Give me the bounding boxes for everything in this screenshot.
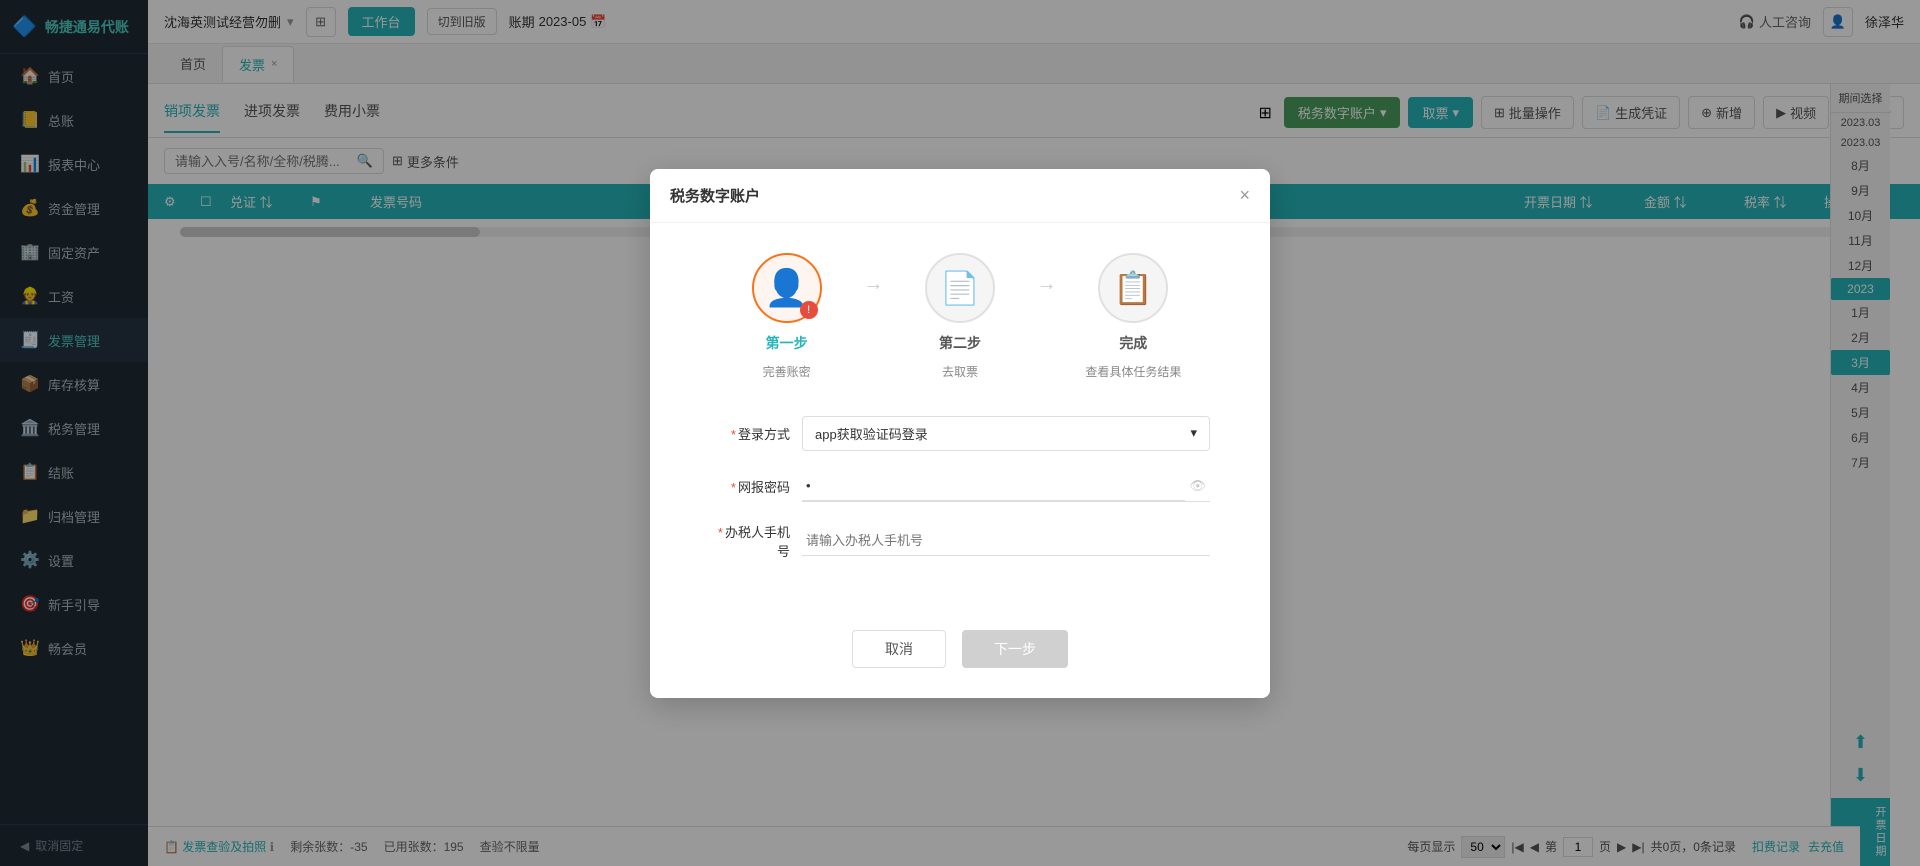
- step-arrow-1: →: [863, 253, 883, 296]
- dialog-close-button[interactable]: ×: [1239, 185, 1250, 206]
- dialog-header: 税务数字账户 ×: [650, 169, 1270, 223]
- step-3-desc: 查看具体任务结果: [1085, 363, 1181, 380]
- next-button[interactable]: 下一步: [962, 630, 1068, 668]
- password-row: 网报密码 👁: [710, 471, 1210, 502]
- phone-input[interactable]: [802, 526, 1210, 556]
- login-method-value: app获取验证码登录: [815, 424, 928, 443]
- step-1: 👤 ! 第一步 完善账密: [710, 253, 863, 380]
- step-2-document-icon: 📄: [940, 269, 980, 307]
- step-2-label: 第二步: [939, 333, 981, 353]
- login-method-select[interactable]: app获取验证码登录 ▾: [802, 416, 1210, 451]
- step-3-label: 完成: [1119, 333, 1147, 353]
- select-chevron-icon: ▾: [1190, 425, 1197, 441]
- modal-overlay: 税务数字账户 × 👤 ! 第一步 完善账密 →: [0, 0, 1920, 866]
- cancel-button[interactable]: 取消: [852, 630, 946, 668]
- dialog-body: 👤 ! 第一步 完善账密 → 📄 第二步 去取票: [650, 223, 1270, 610]
- dialog-title: 税务数字账户: [670, 185, 760, 206]
- step-3-icon-wrap: 📋: [1098, 253, 1168, 323]
- tax-digital-dialog: 税务数字账户 × 👤 ! 第一步 完善账密 →: [650, 169, 1270, 698]
- phone-row: 办税人手机号: [710, 522, 1210, 560]
- step-1-label: 第一步: [766, 333, 808, 353]
- password-label: 网报密码: [710, 477, 790, 496]
- step-1-desc: 完善账密: [763, 363, 811, 380]
- step-2: 📄 第二步 去取票: [883, 253, 1036, 380]
- password-input-wrap: 👁: [802, 471, 1210, 502]
- phone-label: 办税人手机号: [710, 522, 790, 560]
- steps-indicator: 👤 ! 第一步 完善账密 → 📄 第二步 去取票: [710, 253, 1210, 380]
- step-arrow-2: →: [1037, 253, 1057, 296]
- login-method-label: 登录方式: [710, 424, 790, 443]
- password-input[interactable]: [802, 471, 1185, 501]
- step-1-badge: !: [800, 301, 818, 319]
- step-2-icon-wrap: 📄: [925, 253, 995, 323]
- step-2-desc: 去取票: [942, 363, 978, 380]
- dialog-footer: 取消 下一步: [650, 610, 1270, 698]
- step-1-icon-wrap: 👤 !: [752, 253, 822, 323]
- step-1-badge-icon: !: [807, 304, 810, 316]
- login-method-row: 登录方式 app获取验证码登录 ▾: [710, 416, 1210, 451]
- eye-slash-icon[interactable]: 👁: [1185, 474, 1210, 498]
- step-3-checklist-icon: 📋: [1113, 269, 1153, 307]
- step-3: 📋 完成 查看具体任务结果: [1057, 253, 1210, 380]
